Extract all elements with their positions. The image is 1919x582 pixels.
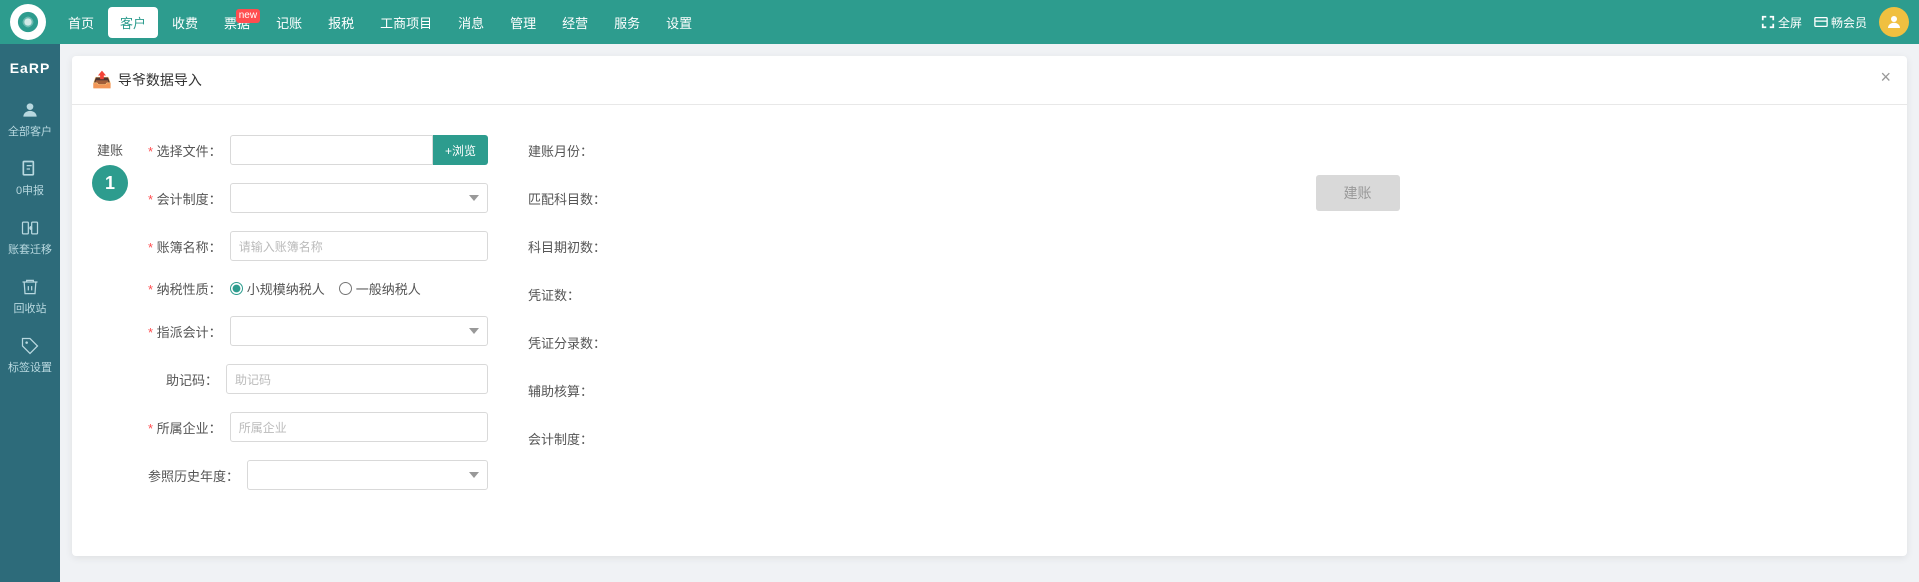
nav-item-business[interactable]: 工商项目 [368, 7, 444, 38]
period-initial-row: 科目期初数： [528, 231, 828, 261]
panel-header: 📤 导爷数据导入 × [72, 56, 1907, 105]
accounting-system-label: * 会计制度： [148, 189, 222, 208]
company-label: * 所属企业： [148, 418, 222, 437]
history-year-select[interactable] [247, 460, 488, 490]
history-year-label: 参照历史年度： [148, 466, 239, 485]
step-circle: 1 [92, 165, 128, 201]
radio-small-taxpayer-label: 小规模纳税人 [247, 279, 325, 298]
file-input-group: +浏览 [230, 135, 488, 165]
accounting-system-select[interactable] [230, 183, 488, 213]
main-layout: EaRP 全部客户 0申报 账套迁移 回收站 标签设置 📤 导爷数据导入 [0, 44, 1919, 582]
ledger-name-input[interactable] [230, 231, 488, 261]
tax-type-label: * 纳税性质： [148, 279, 222, 298]
content-area: 📤 导爷数据导入 × 建账 1 * 选择文件： + [60, 44, 1919, 582]
file-label: * 选择文件： [148, 141, 222, 160]
nav-items: 首页 客户 收费 票据 new 记账 报税 工商项目 消息 管理 经营 服务 设… [56, 7, 1761, 38]
memo-input[interactable] [226, 364, 488, 394]
step-label: 建账 [97, 140, 123, 159]
nav-item-operation[interactable]: 经营 [550, 7, 600, 38]
new-badge: new [236, 9, 260, 23]
right-accounting-system-row: 会计制度： [528, 423, 828, 453]
avatar[interactable] [1879, 7, 1909, 37]
nav-right: 全屏 畅会员 [1761, 7, 1909, 37]
nav-item-tax[interactable]: 报税 [316, 7, 366, 38]
browse-button[interactable]: +浏览 [433, 135, 488, 165]
memo-row: 助记码： [148, 364, 488, 394]
fullscreen-label: 全屏 [1778, 14, 1802, 31]
form-area: 建账 1 * 选择文件： +浏览 * 会计制度： [72, 105, 1907, 520]
sidebar-item-all-customers[interactable]: 全部客户 [4, 92, 56, 147]
tax-type-radio-group: 小规模纳税人 一般纳税人 [230, 279, 488, 298]
accountant-row: * 指派会计： [148, 316, 488, 346]
aux-accounting-row: 辅助核算： [528, 375, 828, 405]
member-label: 畅会员 [1831, 14, 1867, 31]
sidebar-item-tag-settings-label: 标签设置 [8, 359, 52, 375]
period-initial-label: 科目期初数： [528, 237, 618, 256]
sidebar-item-zero-report-label: 0申报 [16, 182, 44, 198]
form-right: 建账月份： 匹配科目数： 科目期初数： 凭证数： [488, 135, 828, 490]
nav-item-customer[interactable]: 客户 [108, 7, 158, 38]
sidebar-item-tag-settings[interactable]: 标签设置 [4, 328, 56, 383]
right-accounting-system-label: 会计制度： [528, 429, 618, 448]
voucher-label: 凭证数： [528, 285, 618, 304]
build-btn-area: 建账 [828, 135, 1887, 490]
import-panel: 📤 导爷数据导入 × 建账 1 * 选择文件： + [72, 56, 1907, 556]
sidebar-item-recycle-bin-label: 回收站 [14, 300, 47, 316]
nav-item-service[interactable]: 服务 [602, 7, 652, 38]
nav-item-settings[interactable]: 设置 [654, 7, 704, 38]
sidebar-item-zero-report[interactable]: 0申报 [4, 151, 56, 206]
voucher-entry-row: 凭证分录数： [528, 327, 828, 357]
member-btn[interactable]: 畅会员 [1814, 14, 1867, 31]
nav-item-fee[interactable]: 收费 [160, 7, 210, 38]
match-subject-label: 匹配科目数： [528, 189, 618, 208]
sidebar-item-all-customers-label: 全部客户 [8, 123, 52, 139]
nav-item-home[interactable]: 首页 [56, 7, 106, 38]
radio-general-taxpayer-label: 一般纳税人 [356, 279, 421, 298]
ledger-name-row: * 账簿名称： [148, 231, 488, 261]
radio-general-taxpayer-input[interactable] [339, 282, 352, 295]
step-section: 建账 1 [92, 135, 128, 490]
aux-accounting-label: 辅助核算： [528, 381, 618, 400]
radio-small-taxpayer[interactable]: 小规模纳税人 [230, 279, 325, 298]
sidebar-item-ledger-migration[interactable]: 账套迁移 [4, 210, 56, 265]
close-button[interactable]: × [1880, 68, 1891, 86]
nav-item-message[interactable]: 消息 [446, 7, 496, 38]
import-icon: 📤 [92, 70, 112, 90]
logo[interactable] [10, 4, 46, 40]
file-input[interactable] [230, 135, 433, 165]
radio-small-taxpayer-input[interactable] [230, 282, 243, 295]
accountant-label: * 指派会计： [148, 322, 222, 341]
fullscreen-btn[interactable]: 全屏 [1761, 14, 1802, 31]
form-left: * 选择文件： +浏览 * 会计制度： [148, 135, 488, 490]
radio-general-taxpayer[interactable]: 一般纳税人 [339, 279, 421, 298]
top-nav: 首页 客户 收费 票据 new 记账 报税 工商项目 消息 管理 经营 服务 设… [0, 0, 1919, 44]
sidebar-item-ledger-migration-label: 账套迁移 [8, 241, 52, 257]
nav-item-invoice[interactable]: 票据 new [212, 7, 262, 38]
nav-item-management[interactable]: 管理 [498, 7, 548, 38]
accounting-system-row: * 会计制度： [148, 183, 488, 213]
company-row: * 所属企业： [148, 412, 488, 442]
tax-type-row: * 纳税性质： 小规模纳税人 一般纳税人 [148, 279, 488, 298]
sidebar: EaRP 全部客户 0申报 账套迁移 回收站 标签设置 [0, 44, 60, 582]
history-year-row: 参照历史年度： [148, 460, 488, 490]
match-subject-row: 匹配科目数： [528, 183, 828, 213]
month-label: 建账月份： [528, 141, 618, 160]
memo-label: 助记码： [148, 370, 218, 389]
ledger-name-label: * 账簿名称： [148, 237, 222, 256]
build-account-button[interactable]: 建账 [1316, 175, 1400, 211]
voucher-row: 凭证数： [528, 279, 828, 309]
panel-title: 导爷数据导入 [118, 70, 202, 90]
month-row: 建账月份： [528, 135, 828, 165]
accountant-select[interactable] [230, 316, 488, 346]
sidebar-item-recycle-bin[interactable]: 回收站 [4, 269, 56, 324]
nav-item-bookkeeping[interactable]: 记账 [264, 7, 314, 38]
sidebar-logo: EaRP [4, 54, 56, 82]
voucher-entry-label: 凭证分录数： [528, 333, 618, 352]
file-row: * 选择文件： +浏览 [148, 135, 488, 165]
company-input[interactable] [230, 412, 488, 442]
